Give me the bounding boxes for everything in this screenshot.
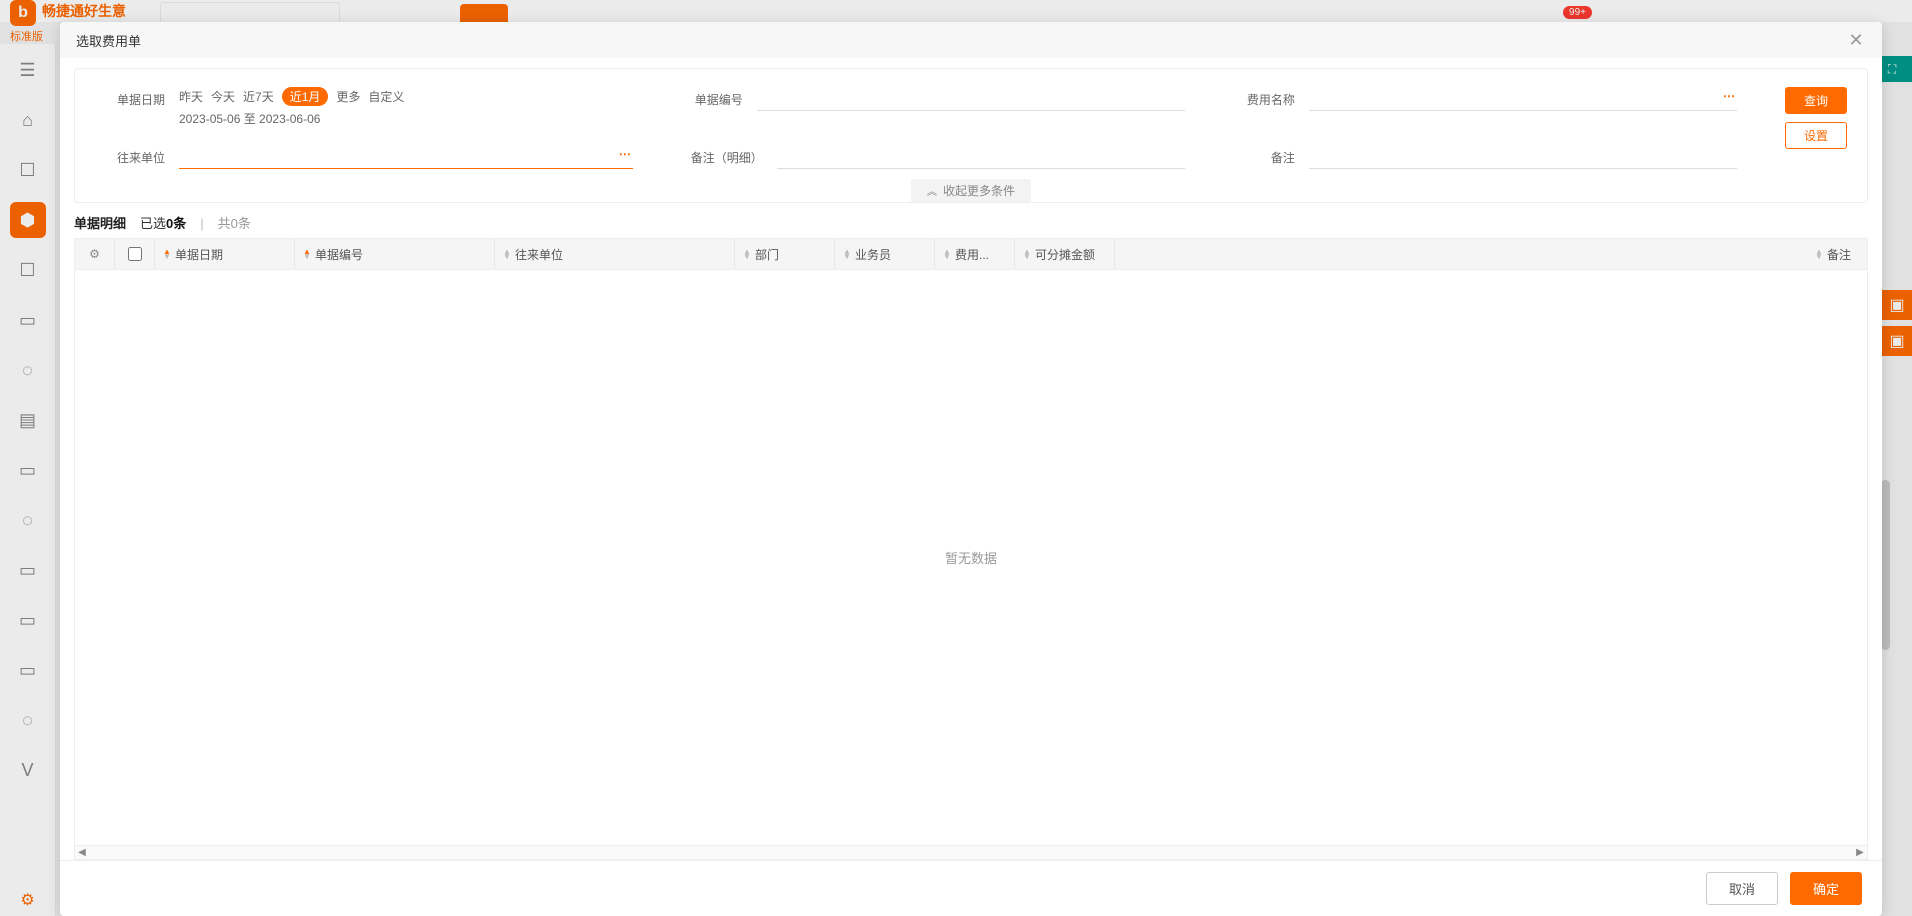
column-label: 部门	[755, 246, 779, 263]
query-button[interactable]: 查询	[1785, 87, 1847, 114]
column-label: 单据编号	[315, 246, 363, 263]
filter-label-bill-date: 单据日期	[95, 87, 165, 108]
filter-action-buttons: 查询 设置	[1785, 87, 1847, 149]
filter-bill-no: 单据编号	[673, 87, 1185, 111]
filter-row-1: 单据日期 昨天 今天 近7天 近1月 更多 自定义 2023-05-06 至 2…	[95, 87, 1847, 127]
filter-label-partner-unit: 往来单位	[95, 145, 165, 166]
cancel-button[interactable]: 取消	[1706, 872, 1778, 905]
partner-unit-picker-icon[interactable]: ⋯	[619, 147, 633, 161]
filter-settings-button[interactable]: 设置	[1785, 122, 1847, 149]
table-body-empty: 暂无数据	[75, 270, 1867, 845]
filter-fee-name: 费用名称 ⋯	[1225, 87, 1737, 111]
sort-icon[interactable]: ▲▼	[503, 249, 511, 259]
table-horizontal-scrollbar[interactable]: ◀ ▶	[75, 845, 1867, 859]
modal-title: 选取费用单	[76, 31, 141, 50]
date-preset-custom[interactable]: 自定义	[368, 88, 404, 105]
column-partner-unit[interactable]: ▲▼ 往来单位	[495, 239, 735, 269]
filter-label-remark: 备注	[1225, 145, 1295, 166]
column-bill-no[interactable]: ▲▼ 单据编号	[295, 239, 495, 269]
date-preset-group: 昨天 今天 近7天 近1月 更多 自定义	[179, 87, 633, 106]
sort-icon[interactable]: ▲▼	[1023, 249, 1031, 259]
date-range-display: 2023-05-06 至 2023-06-06	[179, 110, 633, 127]
column-remark[interactable]: ▲▼ 备注	[1115, 239, 1867, 269]
bill-no-input[interactable]	[757, 87, 1185, 111]
date-preset-today[interactable]: 今天	[211, 88, 235, 105]
column-label: 业务员	[855, 246, 891, 263]
chevron-up-icon: ︽	[927, 183, 937, 198]
filter-label-fee-name: 费用名称	[1225, 87, 1295, 108]
sort-icon[interactable]: ▲▼	[943, 249, 951, 259]
filter-bill-date: 单据日期 昨天 今天 近7天 近1月 更多 自定义 2023-05-06 至 2…	[95, 87, 633, 127]
sort-icon[interactable]: ▲▼	[163, 249, 171, 259]
column-select-all[interactable]	[115, 239, 155, 269]
remark-detail-input[interactable]	[777, 145, 1185, 169]
total-count: 共0条	[218, 213, 251, 232]
sort-icon[interactable]: ▲▼	[1815, 249, 1823, 259]
date-preset-last1m[interactable]: 近1月	[282, 87, 329, 106]
date-preset-last7[interactable]: 近7天	[243, 88, 274, 105]
filter-label-bill-no: 单据编号	[673, 87, 743, 108]
column-dept[interactable]: ▲▼ 部门	[735, 239, 835, 269]
column-label: 可分摊金额	[1035, 246, 1095, 263]
filter-label-remark-detail: 备注（明细）	[673, 145, 763, 166]
filter-row-2: 往来单位 ⋯ 备注（明细） 备注	[95, 145, 1847, 169]
column-settings-gear-icon[interactable]: ⚙	[75, 239, 115, 269]
filter-partner-unit: 往来单位 ⋯	[95, 145, 633, 169]
column-label: 费用...	[955, 246, 989, 263]
list-meta-bar: 单据明细 已选0条 | 共0条	[74, 213, 1868, 232]
table-header-row: ⚙ ▲▼ 单据日期 ▲▼ 单据编号 ▲▼ 往来单位 ▲▼ 部门	[75, 238, 1867, 270]
column-bill-date[interactable]: ▲▼ 单据日期	[155, 239, 295, 269]
modal-header: 选取费用单 ✕	[60, 22, 1882, 58]
list-title: 单据明细	[74, 213, 126, 232]
fee-name-input[interactable]	[1309, 87, 1737, 111]
filter-panel: 单据日期 昨天 今天 近7天 近1月 更多 自定义 2023-05-06 至 2…	[74, 68, 1868, 203]
filter-remark: 备注	[1225, 145, 1737, 169]
empty-state-text: 暂无数据	[945, 548, 997, 567]
partner-unit-input[interactable]	[179, 145, 633, 169]
remark-input[interactable]	[1309, 145, 1737, 169]
column-fee[interactable]: ▲▼ 费用...	[935, 239, 1015, 269]
collapse-filters-label: 收起更多条件	[943, 182, 1015, 199]
selected-count: 已选0条	[140, 213, 186, 232]
column-alloc-amount[interactable]: ▲▼ 可分摊金额	[1015, 239, 1115, 269]
sort-icon[interactable]: ▲▼	[743, 249, 751, 259]
modal-body: 单据日期 昨天 今天 近7天 近1月 更多 自定义 2023-05-06 至 2…	[60, 58, 1882, 860]
select-expense-bill-modal: 选取费用单 ✕ 单据日期 昨天 今天 近7天 近1月	[60, 22, 1882, 916]
date-preset-more[interactable]: 更多	[336, 88, 360, 105]
modal-footer: 取消 确定	[60, 860, 1882, 916]
column-label: 往来单位	[515, 246, 563, 263]
column-label: 备注	[1827, 246, 1851, 263]
sort-icon[interactable]: ▲▼	[843, 249, 851, 259]
bill-table: ⚙ ▲▼ 单据日期 ▲▼ 单据编号 ▲▼ 往来单位 ▲▼ 部门	[74, 238, 1868, 860]
column-salesperson[interactable]: ▲▼ 业务员	[835, 239, 935, 269]
ok-button[interactable]: 确定	[1790, 872, 1862, 905]
scroll-right-icon[interactable]: ▶	[1853, 846, 1867, 859]
modal-close-button[interactable]: ✕	[1846, 30, 1866, 51]
sort-icon[interactable]: ▲▼	[303, 249, 311, 259]
date-preset-yesterday[interactable]: 昨天	[179, 88, 203, 105]
collapse-filters-toggle[interactable]: ︽ 收起更多条件	[911, 179, 1031, 202]
fee-name-picker-icon[interactable]: ⋯	[1723, 89, 1737, 103]
column-label: 单据日期	[175, 246, 223, 263]
list-meta-separator: |	[200, 216, 203, 231]
select-all-checkbox[interactable]	[128, 247, 142, 261]
filter-remark-detail: 备注（明细）	[673, 145, 1185, 169]
scroll-left-icon[interactable]: ◀	[75, 846, 89, 859]
modal-vertical-scrollbar[interactable]	[1872, 98, 1880, 790]
close-icon: ✕	[1848, 30, 1863, 50]
